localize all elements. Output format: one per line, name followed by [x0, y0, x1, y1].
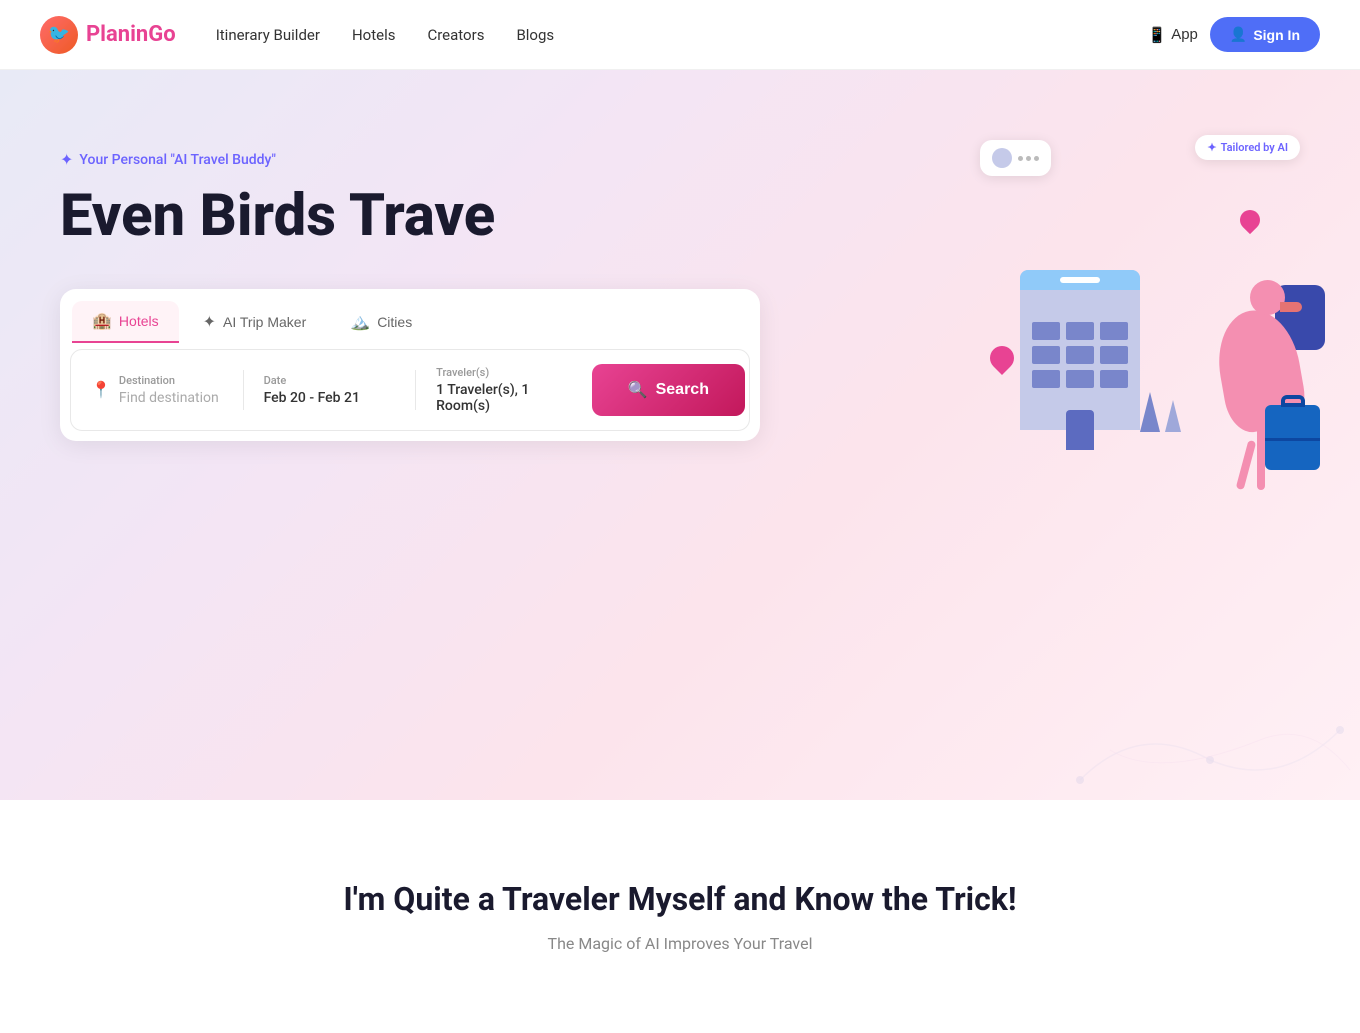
- header: 🐦 PlaninGo Itinerary Builder Hotels Crea…: [0, 0, 1360, 70]
- user-avatar: [992, 148, 1012, 168]
- search-button[interactable]: 🔍 Search: [592, 364, 745, 416]
- nav-creators[interactable]: Creators: [427, 26, 484, 44]
- flamingo: [1120, 210, 1320, 490]
- flamingo-beak: [1280, 302, 1302, 312]
- travelers-label: Traveler(s): [436, 366, 568, 379]
- ai-trip-icon: ✦: [203, 312, 216, 332]
- dot-1: [1018, 156, 1023, 161]
- location-icon: 📍: [91, 380, 111, 399]
- app-button[interactable]: 📱 App: [1148, 26, 1198, 44]
- window: [1032, 346, 1060, 364]
- search-container: 🏨 Hotels ✦ AI Trip Maker 🏔️ Cities 📍: [60, 289, 760, 441]
- star-icon: ✦: [1207, 141, 1216, 154]
- sign-in-label: Sign In: [1253, 27, 1300, 43]
- dot-3: [1034, 156, 1039, 161]
- tab-ai-trip-maker[interactable]: ✦ AI Trip Maker: [183, 301, 327, 343]
- sparkle-icon: ✦: [60, 150, 73, 169]
- destination-placeholder: Find destination: [119, 390, 219, 406]
- bottom-subtitle: The Magic of AI Improves Your Travel: [40, 934, 1320, 953]
- window: [1032, 322, 1060, 340]
- building-door: [1066, 410, 1094, 450]
- hero-tag: ✦ Your Personal "AI Travel Buddy": [60, 150, 276, 169]
- bottom-section: I'm Quite a Traveler Myself and Know the…: [0, 800, 1360, 1033]
- tab-hotels[interactable]: 🏨 Hotels: [72, 301, 179, 343]
- ai-badge-text: Tailored by AI: [1221, 141, 1288, 154]
- search-icon: 🔍: [628, 380, 648, 400]
- user-icon: 👤: [1230, 26, 1247, 43]
- hero-illustration: ✦ Tailored by AI: [980, 130, 1320, 490]
- tab-ai-label: AI Trip Maker: [223, 314, 306, 330]
- nav-hotels[interactable]: Hotels: [352, 26, 396, 44]
- search-bar: 📍 Destination Find destination Date Feb …: [70, 349, 750, 431]
- header-left: 🐦 PlaninGo Itinerary Builder Hotels Crea…: [40, 16, 554, 54]
- hero-content: ✦ Your Personal "AI Travel Buddy" Even B…: [60, 150, 760, 441]
- dot-2: [1026, 156, 1031, 161]
- tab-hotels-label: Hotels: [119, 313, 159, 329]
- destination-field[interactable]: 📍 Destination Find destination: [71, 358, 243, 422]
- roof-detail: [1060, 277, 1100, 283]
- main-nav: Itinerary Builder Hotels Creators Blogs: [216, 26, 554, 44]
- suitcase-stripe: [1265, 438, 1320, 441]
- window: [1066, 322, 1094, 340]
- hero-title: Even Birds Trave: [60, 185, 760, 249]
- sign-in-button[interactable]: 👤 Sign In: [1210, 17, 1320, 52]
- chat-bubble: [980, 140, 1051, 176]
- app-label: App: [1171, 26, 1198, 43]
- date-label: Date: [264, 374, 396, 387]
- suitcase: [1265, 405, 1320, 470]
- logo-text: PlaninGo: [86, 22, 176, 47]
- chat-dots: [1018, 156, 1039, 161]
- suitcase-handle: [1281, 395, 1305, 407]
- flamingo-leg-2: [1236, 440, 1257, 490]
- logo[interactable]: 🐦 PlaninGo: [40, 16, 176, 54]
- phone-icon: 📱: [1148, 26, 1167, 44]
- header-right: 📱 App 👤 Sign In: [1148, 17, 1321, 52]
- destination-label: Destination: [119, 374, 219, 387]
- bottom-title: I'm Quite a Traveler Myself and Know the…: [40, 880, 1320, 918]
- flamingo-leg-1: [1257, 425, 1265, 490]
- window: [1032, 370, 1060, 388]
- tab-cities-label: Cities: [377, 314, 412, 330]
- ai-badge: ✦ Tailored by AI: [1195, 135, 1300, 160]
- hero-section: ✦ Your Personal "AI Travel Buddy" Even B…: [0, 70, 1360, 800]
- search-tabs: 🏨 Hotels ✦ AI Trip Maker 🏔️ Cities: [66, 295, 754, 343]
- date-value: Feb 20 - Feb 21: [264, 390, 396, 406]
- logo-icon: 🐦: [40, 16, 78, 54]
- hero-tag-text: Your Personal "AI Travel Buddy": [79, 152, 276, 168]
- hotel-icon: 🏨: [92, 311, 112, 331]
- window: [1066, 370, 1094, 388]
- travelers-value: 1 Traveler(s), 1 Room(s): [436, 382, 568, 414]
- nav-itinerary-builder[interactable]: Itinerary Builder: [216, 26, 320, 44]
- mountain-icon: 🏔️: [350, 312, 370, 332]
- travelers-field[interactable]: Traveler(s) 1 Traveler(s), 1 Room(s): [416, 350, 588, 430]
- window: [1066, 346, 1094, 364]
- tab-cities[interactable]: 🏔️ Cities: [330, 301, 432, 343]
- location-pin-1: [985, 341, 1019, 375]
- search-btn-label: Search: [656, 381, 709, 399]
- logo-accent: Go: [148, 22, 175, 47]
- logo-plain: Planin: [86, 22, 148, 47]
- nav-blogs[interactable]: Blogs: [516, 26, 554, 44]
- date-field[interactable]: Date Feb 20 - Feb 21: [244, 358, 416, 422]
- map-decoration: [1060, 700, 1360, 800]
